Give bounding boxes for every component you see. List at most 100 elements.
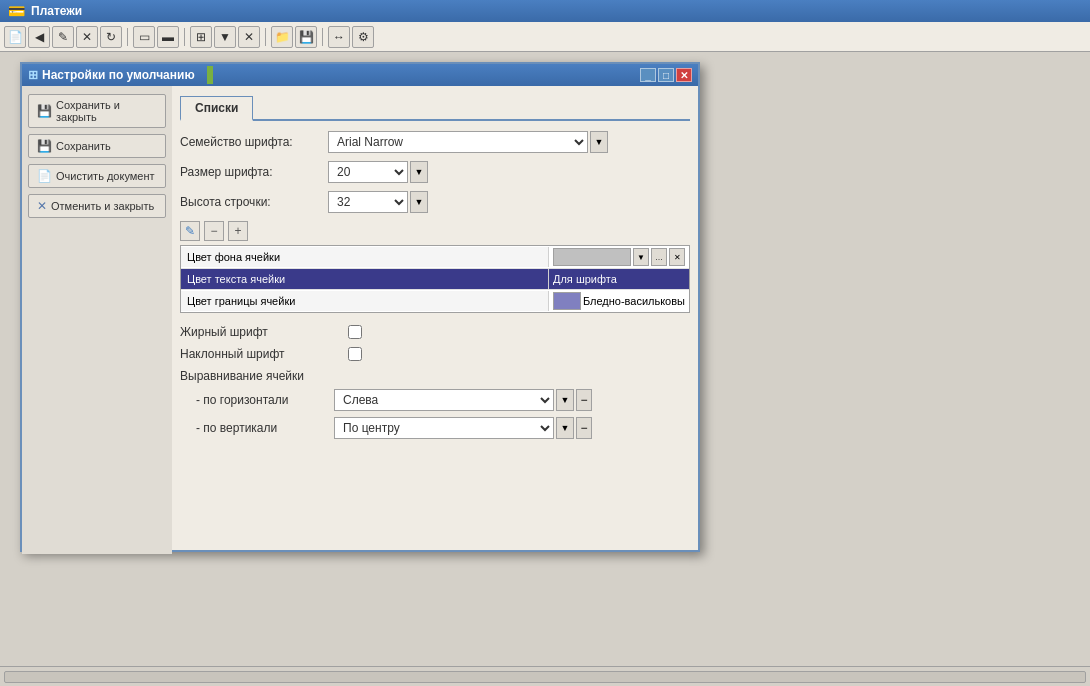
align-horiz-control: Слева ▼ − xyxy=(334,389,592,411)
background-area: ⊞ Настройки по умолчанию _ □ ✕ 💾 Сохрани… xyxy=(0,52,1090,666)
align-horiz-row: - по горизонтали Слева ▼ − xyxy=(196,389,690,411)
align-vert-minus[interactable]: − xyxy=(576,417,592,439)
save-icon: 💾 xyxy=(37,139,52,153)
toolbar-btn-width[interactable]: ↔ xyxy=(328,26,350,48)
modal-titlebar: ⊞ Настройки по умолчанию _ □ ✕ xyxy=(22,64,698,86)
toolbar-btn-save[interactable]: 💾 xyxy=(295,26,317,48)
color-bg-swatch[interactable] xyxy=(553,248,631,266)
font-family-row: Семейство шрифта: Arial Narrow ▼ xyxy=(180,131,690,153)
toolbar-sep-2 xyxy=(184,28,185,46)
toolbar-btn-open[interactable]: 📁 xyxy=(271,26,293,48)
color-bg-value: ▼ … ✕ xyxy=(549,246,689,268)
italic-label: Наклонный шрифт xyxy=(180,347,340,361)
clear-icon: 📄 xyxy=(37,169,52,183)
toolbar-btn-edit[interactable]: ✎ xyxy=(52,26,74,48)
modal-title-area: ⊞ Настройки по умолчанию xyxy=(28,66,213,84)
edit-color-button[interactable]: ✎ xyxy=(180,221,200,241)
font-family-label: Семейство шрифта: xyxy=(180,135,320,149)
modal-maximize-button[interactable]: □ xyxy=(658,68,674,82)
align-vert-select[interactable]: По центру xyxy=(334,417,554,439)
save-close-label: Сохранить и закрыть xyxy=(56,99,157,123)
font-size-control: 20 ▼ xyxy=(328,161,428,183)
add-color-button[interactable]: + xyxy=(228,221,248,241)
color-bg-dropdown[interactable]: ▼ xyxy=(633,248,649,266)
align-horiz-minus[interactable]: − xyxy=(576,389,592,411)
italic-checkbox[interactable] xyxy=(348,347,362,361)
modal-minimize-button[interactable]: _ xyxy=(640,68,656,82)
color-row-border: Цвет границы ячейки Бледно-васильковы xyxy=(181,290,689,312)
save-close-button[interactable]: 💾 Сохранить и закрыть xyxy=(28,94,166,128)
modal-close-button[interactable]: ✕ xyxy=(676,68,692,82)
font-size-row: Размер шрифта: 20 ▼ xyxy=(180,161,690,183)
row-height-select[interactable]: 32 xyxy=(328,191,408,213)
color-border-value: Бледно-васильковы xyxy=(549,290,689,312)
tab-lists[interactable]: Списки xyxy=(180,96,253,121)
toolbar-btn-filter[interactable]: ▼ xyxy=(214,26,236,48)
font-family-control: Arial Narrow ▼ xyxy=(328,131,608,153)
bold-checkbox[interactable] xyxy=(348,325,362,339)
align-section-label: Выравнивание ячейки xyxy=(180,369,690,383)
color-border-text: Бледно-васильковы xyxy=(583,295,685,307)
row-height-dropdown-arrow[interactable]: ▼ xyxy=(410,191,428,213)
font-size-label: Размер шрифта: xyxy=(180,165,320,179)
color-bg-label: Цвет фона ячейки xyxy=(181,247,549,267)
toolbar-btn-delete[interactable]: ✕ xyxy=(76,26,98,48)
row-height-control: 32 ▼ xyxy=(328,191,428,213)
align-vert-label: - по вертикали xyxy=(196,421,326,435)
save-close-icon: 💾 xyxy=(37,104,52,118)
bold-label: Жирный шрифт xyxy=(180,325,340,339)
toolbar-btn-back[interactable]: ◀ xyxy=(28,26,50,48)
font-size-dropdown-arrow[interactable]: ▼ xyxy=(410,161,428,183)
color-row-bg: Цвет фона ячейки ▼ … ✕ xyxy=(181,246,689,269)
clear-button[interactable]: 📄 Очистить документ xyxy=(28,164,166,188)
align-vert-row: - по вертикали По центру ▼ − xyxy=(196,417,690,439)
remove-color-button[interactable]: − xyxy=(204,221,224,241)
toolbar-btn-cols[interactable]: ⊞ xyxy=(190,26,212,48)
color-grid: Цвет фона ячейки ▼ … ✕ Цвет текста ячейк… xyxy=(180,245,690,313)
cancel-icon: ✕ xyxy=(37,199,47,213)
cancel-close-button[interactable]: ✕ Отменить и закрыть xyxy=(28,194,166,218)
toolbar-btn-refresh[interactable]: ↻ xyxy=(100,26,122,48)
row-height-row: Высота строчки: 32 ▼ xyxy=(180,191,690,213)
font-family-select[interactable]: Arial Narrow xyxy=(328,131,588,153)
color-text-value: Для шрифта xyxy=(549,271,689,287)
bold-row: Жирный шрифт xyxy=(180,325,690,339)
color-bg-clear[interactable]: ✕ xyxy=(669,248,685,266)
align-horiz-select[interactable]: Слева xyxy=(334,389,554,411)
italic-row: Наклонный шрифт xyxy=(180,347,690,361)
title-bar: 💳 Платежи xyxy=(0,0,1090,22)
tab-lists-label: Списки xyxy=(195,101,238,115)
toolbar-btn-minus[interactable]: ▭ xyxy=(133,26,155,48)
color-border-swatch[interactable] xyxy=(553,292,581,310)
clear-label: Очистить документ xyxy=(56,170,155,182)
modal-window-controls: _ □ ✕ xyxy=(640,68,692,82)
color-text-label: Цвет текста ячейки xyxy=(181,269,549,289)
modal-title: Настройки по умолчанию xyxy=(42,68,195,82)
toolbar-btn-filter-clear[interactable]: ✕ xyxy=(238,26,260,48)
font-size-select[interactable]: 20 xyxy=(328,161,408,183)
cancel-label: Отменить и закрыть xyxy=(51,200,154,212)
modal-sidebar: 💾 Сохранить и закрыть 💾 Сохранить 📄 Очис… xyxy=(22,86,172,554)
color-grid-toolbar: ✎ − + xyxy=(180,221,690,241)
font-family-dropdown-arrow[interactable]: ▼ xyxy=(590,131,608,153)
row-height-label: Высота строчки: xyxy=(180,195,320,209)
save-label: Сохранить xyxy=(56,140,111,152)
color-text-text: Для шрифта xyxy=(553,273,617,285)
window-title: Платежи xyxy=(31,4,82,18)
toolbar-btn-new[interactable]: 📄 xyxy=(4,26,26,48)
app-icon: 💳 xyxy=(8,3,25,19)
accent-indicator xyxy=(207,66,213,84)
align-horiz-dropdown[interactable]: ▼ xyxy=(556,389,574,411)
toolbar-btn-settings[interactable]: ⚙ xyxy=(352,26,374,48)
modal-grid-icon: ⊞ xyxy=(28,68,38,82)
save-button[interactable]: 💾 Сохранить xyxy=(28,134,166,158)
main-toolbar: 📄 ◀ ✎ ✕ ↻ ▭ ▬ ⊞ ▼ ✕ 📁 💾 ↔ ⚙ xyxy=(0,22,1090,52)
align-vert-control: По центру ▼ − xyxy=(334,417,592,439)
color-row-text: Цвет текста ячейки Для шрифта xyxy=(181,269,689,290)
modal-main-area: Списки Семейство шрифта: Arial Narrow ▼ xyxy=(172,86,698,554)
align-vert-dropdown[interactable]: ▼ xyxy=(556,417,574,439)
toolbar-btn-plus[interactable]: ▬ xyxy=(157,26,179,48)
modal-body: 💾 Сохранить и закрыть 💾 Сохранить 📄 Очис… xyxy=(22,86,698,554)
color-bg-edit[interactable]: … xyxy=(651,248,667,266)
horizontal-scrollbar[interactable] xyxy=(4,671,1086,683)
